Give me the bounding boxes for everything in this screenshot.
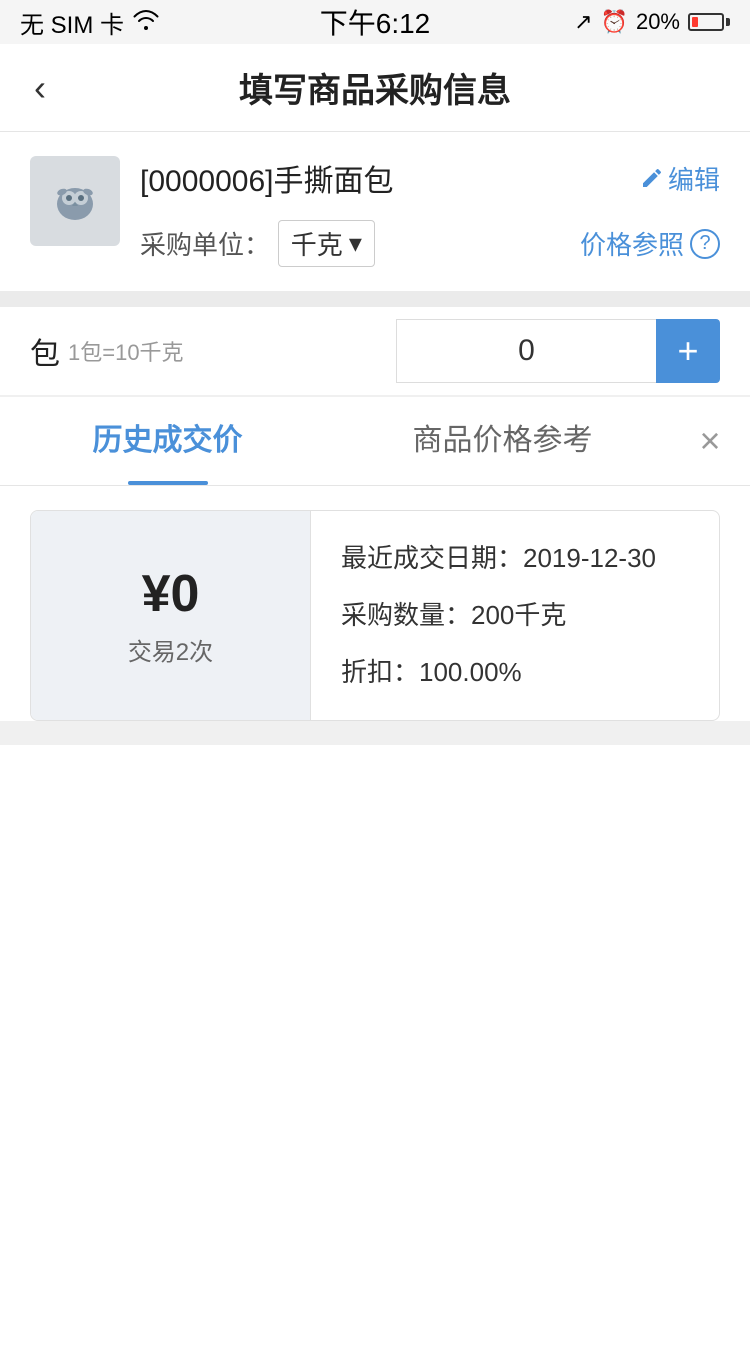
history-date-row: 最近成交日期：2019-12-30 [341,539,689,578]
latest-date-label: 最近成交日期： [341,543,523,573]
edit-label: 编辑 [668,160,720,197]
product-name: [0000006]手撕面包 [140,156,393,200]
tab-product-price[interactable]: 商品价格参考 [335,397,670,485]
status-bar-left: 无 SIM 卡 [20,5,160,40]
history-card: ¥0 交易2次 最近成交日期：2019-12-30 采购数量：200千克 折扣：… [30,510,720,721]
section-divider [0,291,750,307]
quantity-label-box: 包 1包=10千克 [30,329,184,373]
carrier-text: 无 SIM 卡 [20,5,124,40]
product-logo-icon [48,174,102,228]
quantity-row: 包 1包=10千克 0 + [0,307,750,395]
location-icon: ↗ [574,9,592,35]
unit-select[interactable]: 千克 ▾ [278,220,375,267]
quantity-input[interactable]: 0 [396,319,656,383]
back-button[interactable]: ‹ [24,57,56,119]
product-info: [0000006]手撕面包 编辑 采购单位： 千克 ▾ 价格 [140,156,720,267]
product-thumbnail [30,156,120,246]
alarm-icon: ⏰ [601,9,628,35]
price-panel: 历史成交价 商品价格参考 × ¥0 交易2次 最近成交日期：2019-12-30… [0,397,750,721]
price-ref-label: 价格参照 [580,225,684,262]
battery-icon [688,13,730,31]
quantity-controls: 0 + [204,319,720,383]
status-bar-time: 下午6:12 [320,2,431,42]
wifi-icon [132,8,160,37]
price-ref-button[interactable]: 价格参照 ? [580,225,720,262]
unit-label: 采购单位： [140,230,270,260]
battery-percentage: 20% [636,9,680,35]
history-price-value: ¥0 [142,564,200,624]
quantity-value: 0 [518,334,535,368]
help-icon: ? [690,229,720,259]
edit-icon [640,166,664,190]
history-price-section: ¥0 交易2次 [31,511,311,720]
quantity-value: 200千克 [471,600,566,630]
page-title: 填写商品采购信息 [239,63,511,112]
nav-bar: ‹ 填写商品采购信息 [0,44,750,132]
quantity-label: 采购数量： [341,600,471,630]
discount-value: 100.00% [419,657,522,687]
history-quantity-row: 采购数量：200千克 [341,596,689,635]
discount-label: 折扣： [341,657,419,687]
quantity-note: 1包=10千克 [68,335,184,367]
tab-history-price[interactable]: 历史成交价 [0,397,335,485]
latest-date-value: 2019-12-30 [523,543,656,573]
tabs-row: 历史成交价 商品价格参考 × [0,397,750,486]
panel-close-button[interactable]: × [670,397,750,485]
history-discount-row: 折扣：100.00% [341,653,689,692]
status-bar-right: ↗ ⏰ 20% [574,9,730,35]
dropdown-icon: ▾ [349,228,362,259]
status-bar: 无 SIM 卡 下午6:12 ↗ ⏰ 20% [0,0,750,44]
quantity-plus-button[interactable]: + [656,319,720,383]
history-transaction-count: 交易2次 [128,632,213,667]
unit-value: 千克 [291,225,343,262]
bottom-space [0,745,750,1345]
product-card: [0000006]手撕面包 编辑 采购单位： 千克 ▾ 价格 [0,132,750,291]
quantity-unit-label: 包 [30,329,60,373]
history-detail-section: 最近成交日期：2019-12-30 采购数量：200千克 折扣：100.00% [311,511,719,720]
edit-button[interactable]: 编辑 [640,160,720,197]
